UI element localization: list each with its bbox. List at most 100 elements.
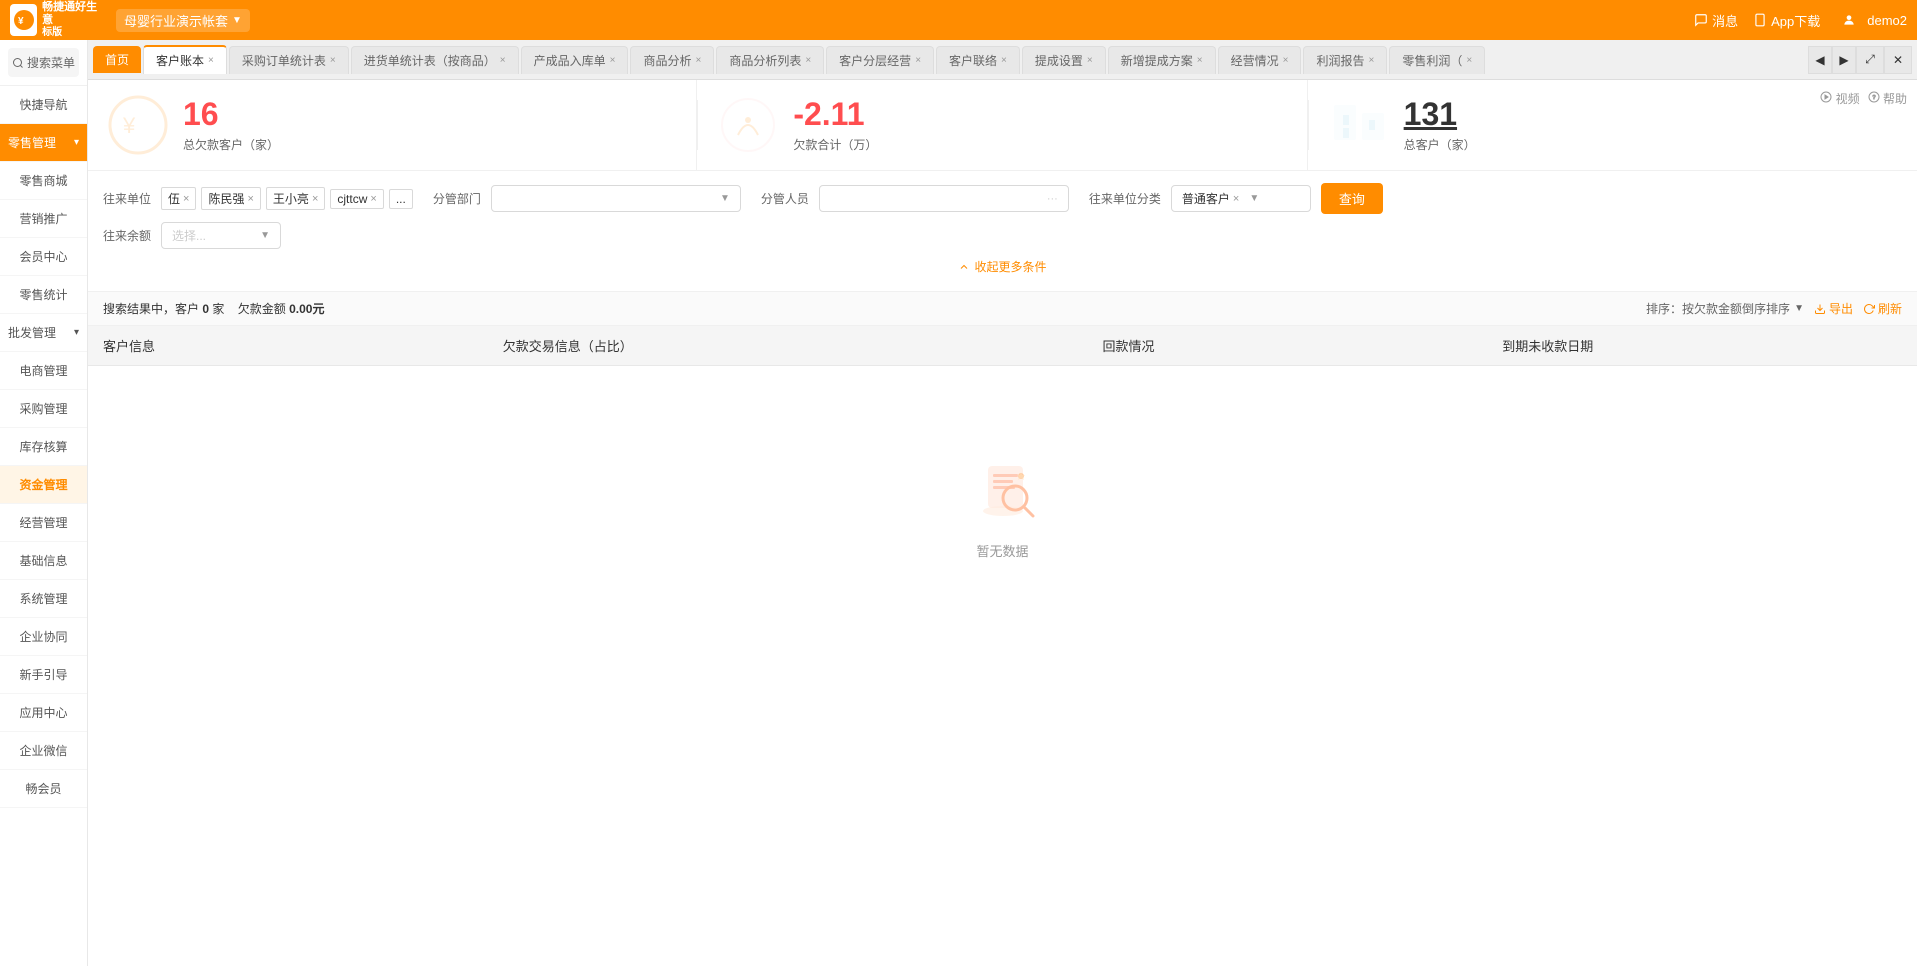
tab-retail-profit[interactable]: 零售利润（ ×: [1389, 46, 1485, 74]
sidebar-item-inventory[interactable]: 库存核算: [0, 428, 87, 466]
collapse-button[interactable]: 收起更多条件: [948, 254, 1056, 279]
remove-tag-1[interactable]: ×: [247, 193, 253, 205]
close-tab-icon[interactable]: ×: [330, 55, 336, 66]
top-bar-right: 消息 App下载 demo2: [1694, 6, 1907, 34]
sidebar-search-area: 搜索菜单: [0, 40, 87, 86]
filter-tags: 伍 × 陈民强 × 王小亮 ×: [161, 187, 413, 210]
stat-label-total: 总客户（家）: [1404, 136, 1476, 153]
remainder-select[interactable]: 选择... ▼: [161, 222, 281, 249]
close-tab-icon[interactable]: ×: [208, 55, 214, 66]
empty-state: 暂无数据: [88, 366, 1917, 640]
close-tab-icon[interactable]: ×: [1087, 55, 1093, 66]
sidebar-item-finance[interactable]: 资金管理: [0, 466, 87, 504]
filter-tag-2[interactable]: 王小亮 ×: [266, 187, 325, 210]
close-tab-icon[interactable]: ×: [500, 55, 506, 66]
close-tab-icon[interactable]: ×: [1197, 55, 1203, 66]
close-tab-icon[interactable]: ×: [1283, 55, 1289, 66]
col-transaction-info: 欠款交易信息（占比）: [503, 336, 1103, 355]
remove-tag-3[interactable]: ×: [370, 193, 376, 205]
tab-product-inbound[interactable]: 产成品入库单 ×: [521, 46, 629, 74]
filter-tag-3[interactable]: cjttcw ×: [330, 189, 383, 209]
unit-class-tag[interactable]: 普通客户 ×: [1182, 190, 1239, 207]
close-tab-icon[interactable]: ×: [805, 55, 811, 66]
sidebar-item-basic-info[interactable]: 基础信息: [0, 542, 87, 580]
tab-product-analysis[interactable]: 商品分析 ×: [630, 46, 714, 74]
sidebar-item-wechat[interactable]: 企业微信: [0, 732, 87, 770]
tab-fullscreen[interactable]: ⤢: [1856, 46, 1884, 74]
stat-icon-amount: [718, 95, 778, 155]
store-selector[interactable]: 母婴行业演示帐套 ▼: [116, 9, 250, 32]
sidebar-item-vip[interactable]: 畅会员: [0, 770, 87, 808]
sidebar-item-operation[interactable]: 经营管理: [0, 504, 87, 542]
table-body: 暂无数据: [88, 366, 1917, 766]
app-download-button[interactable]: App下载: [1753, 11, 1820, 30]
logo-text: 畅捷通好生意 标版: [42, 1, 98, 39]
sidebar-item-retail-stats[interactable]: 零售统计: [0, 276, 87, 314]
stat-icon-total: [1329, 95, 1389, 155]
stat-card-customers: ¥ 16 总欠款客户（家）: [88, 80, 697, 170]
tab-customer-ledger[interactable]: 客户账本 ×: [143, 45, 227, 74]
tab-profit-report[interactable]: 利润报告 ×: [1303, 46, 1387, 74]
sidebar-item-retail-mall[interactable]: 零售商城: [0, 162, 87, 200]
results-actions: 排序：按欠款金额倒序排序 ▼ 导出 刷新: [1646, 300, 1902, 317]
tab-commission-settings[interactable]: 提成设置 ×: [1022, 46, 1106, 74]
tab-close-all[interactable]: ✕: [1884, 46, 1912, 74]
refresh-button[interactable]: 刷新: [1863, 300, 1902, 317]
filter-tag-1[interactable]: 陈民强 ×: [201, 187, 260, 210]
results-bar: 搜索结果中，客户 0 家 欠款金额 0.00元 排序：按欠款金额倒序排序 ▼: [88, 292, 1917, 326]
dept-select[interactable]: ▼: [491, 185, 741, 212]
close-tab-icon[interactable]: ×: [1001, 55, 1007, 66]
remainder-input[interactable]: 选择... ▼: [161, 222, 281, 249]
sidebar-item-purchase[interactable]: 采购管理: [0, 390, 87, 428]
sidebar-item-member[interactable]: 会员中心: [0, 238, 87, 276]
tab-home[interactable]: 首页: [93, 46, 141, 73]
tab-customer-contact[interactable]: 客户联络 ×: [936, 46, 1020, 74]
close-tab-icon[interactable]: ×: [1368, 55, 1374, 66]
sidebar-item-ecommerce[interactable]: 电商管理: [0, 352, 87, 390]
sidebar-item-app-center[interactable]: 应用中心: [0, 694, 87, 732]
remove-tag-2[interactable]: ×: [312, 193, 318, 205]
filter-tag-more[interactable]: ...: [389, 189, 413, 209]
empty-icon: [963, 446, 1043, 526]
stat-value-total: 131: [1404, 97, 1476, 132]
sidebar-item-retail[interactable]: 零售管理 ▾: [0, 124, 87, 162]
unit-class-select[interactable]: 普通客户 × ▼: [1171, 185, 1311, 212]
tab-add-commission[interactable]: 新增提成方案 ×: [1108, 46, 1216, 74]
stat-label-amount: 欠款合计（万）: [793, 136, 877, 153]
tab-purchase-order[interactable]: 采购订单统计表 ×: [229, 46, 349, 74]
close-tab-icon[interactable]: ×: [695, 55, 701, 66]
sort-select[interactable]: 排序：按欠款金额倒序排序 ▼: [1646, 300, 1804, 317]
tab-product-list[interactable]: 商品分析列表 ×: [716, 46, 824, 74]
close-tab-icon[interactable]: ×: [915, 55, 921, 66]
sidebar-item-guide[interactable]: 新手引导: [0, 656, 87, 694]
tab-scroll-right[interactable]: ▶: [1832, 46, 1856, 74]
remove-tag-0[interactable]: ×: [183, 193, 189, 205]
query-button[interactable]: 查询: [1321, 183, 1383, 214]
sidebar-item-quick-nav[interactable]: 快捷导航: [0, 86, 87, 124]
video-link[interactable]: 视频: [1820, 90, 1859, 107]
search-menu-button[interactable]: 搜索菜单: [8, 48, 79, 77]
sidebar-item-wholesale[interactable]: 批发管理 ▾: [0, 314, 87, 352]
tab-operations[interactable]: 经营情况 ×: [1218, 46, 1302, 74]
help-link[interactable]: ? 帮助: [1868, 90, 1907, 107]
sidebar-item-enterprise[interactable]: 企业协同: [0, 618, 87, 656]
tab-goods-inbound[interactable]: 进货单统计表（按商品） ×: [351, 46, 519, 74]
tab-customer-layer[interactable]: 客户分层经营 ×: [826, 46, 934, 74]
sort-arrow-icon: ▼: [1794, 303, 1804, 314]
remove-unit-class-tag[interactable]: ×: [1233, 193, 1239, 205]
sidebar-item-marketing[interactable]: 营销推广: [0, 200, 87, 238]
stats-row: ¥ 16 总欠款客户（家）: [88, 80, 1917, 171]
filter-area: 往来单位 伍 × 陈民强 × 王小亮: [88, 171, 1917, 292]
message-button[interactable]: 消息: [1694, 11, 1738, 30]
sidebar-item-system[interactable]: 系统管理: [0, 580, 87, 618]
page-content: ¥ 16 总欠款客户（家）: [88, 80, 1917, 966]
person-select[interactable]: ···: [819, 185, 1069, 212]
close-tab-icon[interactable]: ×: [610, 55, 616, 66]
results-info: 搜索结果中，客户 0 家 欠款金额 0.00元: [103, 300, 324, 317]
tab-scroll-left[interactable]: ◀: [1808, 46, 1832, 74]
empty-text: 暂无数据: [976, 541, 1028, 560]
user-menu[interactable]: demo2: [1835, 6, 1907, 34]
filter-tag-0[interactable]: 伍 ×: [161, 187, 196, 210]
close-tab-icon[interactable]: ×: [1466, 55, 1472, 66]
export-button[interactable]: 导出: [1814, 300, 1853, 317]
